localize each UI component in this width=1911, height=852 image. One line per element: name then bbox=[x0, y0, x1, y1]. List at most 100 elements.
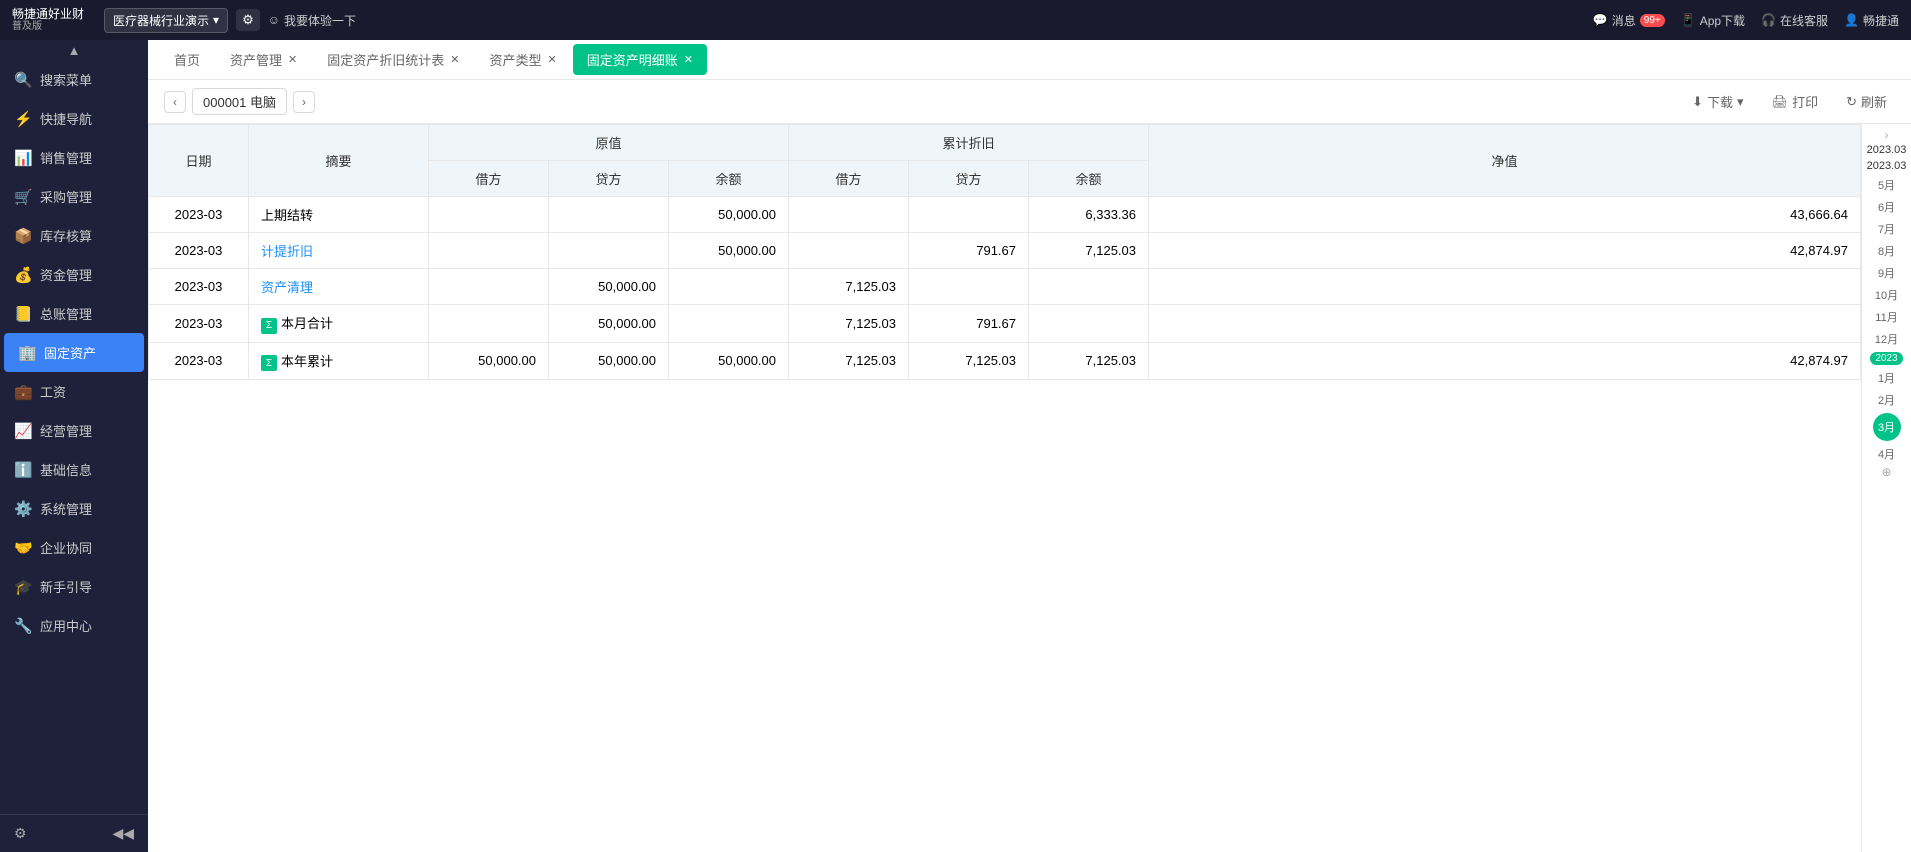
download-btn[interactable]: ⬇ 下载 ▾ bbox=[1684, 88, 1751, 115]
th-summary: 摘要 bbox=[249, 125, 429, 197]
th-orig-credit: 贷方 bbox=[549, 161, 669, 197]
data-table-wrapper: 日期 摘要 原值 累计折旧 净值 借方 贷方 余额 借方 bbox=[148, 124, 1861, 852]
right-panel-down-icon[interactable]: ⊕ bbox=[1881, 465, 1891, 479]
sidebar-item-ops[interactable]: 📈 经营管理 bbox=[0, 411, 148, 450]
month-9[interactable]: 9月 bbox=[1862, 262, 1911, 284]
user-btn[interactable]: 👤 畅捷通 bbox=[1844, 12, 1899, 29]
tab-asset-type[interactable]: 资产类型 ✕ bbox=[475, 44, 570, 75]
next-asset-btn[interactable]: › bbox=[293, 91, 315, 113]
print-icon: 🖨 bbox=[1772, 94, 1789, 110]
month-6[interactable]: 6月 bbox=[1862, 196, 1911, 218]
th-original-value: 原值 bbox=[429, 125, 789, 161]
sidebar-item-guide[interactable]: 🎓 新手引导 bbox=[0, 567, 148, 606]
sidebar-item-sales[interactable]: 📊 销售管理 bbox=[0, 138, 148, 177]
sidebar-item-system[interactable]: ⚙️ 系统管理 bbox=[0, 489, 148, 528]
cell-orig-balance: 50,000.00 bbox=[669, 197, 789, 233]
close-asset-type-icon[interactable]: ✕ bbox=[548, 53, 557, 66]
user-icon: 👤 bbox=[1844, 13, 1859, 27]
cell-summary: 上期结转 bbox=[249, 197, 429, 233]
dropdown-icon: ▾ bbox=[1737, 94, 1744, 110]
sidebar-item-collab[interactable]: 🤝 企业协同 bbox=[0, 528, 148, 567]
prev-asset-btn[interactable]: ‹ bbox=[164, 91, 186, 113]
cell-dep-credit: 791.67 bbox=[909, 233, 1029, 269]
month-3-active[interactable]: 3月 bbox=[1873, 413, 1901, 441]
month-5[interactable]: 5月 bbox=[1862, 174, 1911, 196]
apps-icon: 🔧 bbox=[14, 617, 32, 635]
sidebar-item-finance[interactable]: 💰 资金管理 bbox=[0, 255, 148, 294]
ops-icon: 📈 bbox=[14, 422, 32, 440]
cell-dep-credit: 7,125.03 bbox=[909, 342, 1029, 380]
download-btn[interactable]: 📱 App下载 bbox=[1681, 12, 1745, 29]
table-row: 2023-03 计提折旧 50,000.00 791.67 7,125.03 4… bbox=[149, 233, 1861, 269]
message-btn[interactable]: 💬 消息 99+ bbox=[1593, 12, 1665, 29]
cell-date: 2023-03 bbox=[149, 269, 249, 305]
collapse-icon[interactable]: ◀◀ bbox=[112, 825, 134, 842]
message-badge: 99+ bbox=[1640, 14, 1665, 27]
asset-id-display: 000001 电脑 bbox=[192, 88, 287, 115]
cell-dep-debit bbox=[789, 233, 909, 269]
cell-dep-balance: 7,125.03 bbox=[1029, 342, 1149, 380]
table-row: 2023-03 Σ本月合计 50,000.00 7,125.03 791.67 bbox=[149, 305, 1861, 343]
cell-orig-credit bbox=[549, 197, 669, 233]
month-12[interactable]: 12月 bbox=[1862, 328, 1911, 350]
right-panel: › 2023.03 2023.03 5月 6月 7月 8月 9月 10月 11月… bbox=[1861, 124, 1911, 852]
cell-date: 2023-03 bbox=[149, 305, 249, 343]
sidebar-item-search[interactable]: 🔍 搜索菜单 bbox=[0, 60, 148, 99]
cell-orig-credit: 50,000.00 bbox=[549, 342, 669, 380]
tab-depreciation-table[interactable]: 固定资产折旧统计表 ✕ bbox=[313, 44, 473, 75]
refresh-btn[interactable]: ↻ 刷新 bbox=[1838, 88, 1895, 115]
month-1[interactable]: 1月 bbox=[1862, 367, 1911, 389]
sidebar-item-quicknav[interactable]: ⚡ 快捷导航 bbox=[0, 99, 148, 138]
close-asset-mgmt-icon[interactable]: ✕ bbox=[288, 53, 297, 66]
settings-icon-btn[interactable]: ⚙ bbox=[236, 9, 260, 31]
sum-icon: Σ bbox=[261, 355, 277, 371]
service-btn[interactable]: 🎧 在线客服 bbox=[1761, 12, 1828, 29]
cell-dep-credit bbox=[909, 197, 1029, 233]
tab-home[interactable]: 首页 bbox=[160, 44, 214, 75]
inventory-icon: 📦 bbox=[14, 227, 32, 245]
th-orig-debit: 借方 bbox=[429, 161, 549, 197]
close-depreciation-icon[interactable]: ✕ bbox=[450, 53, 459, 66]
cell-dep-debit: 7,125.03 bbox=[789, 269, 909, 305]
salary-icon: 💼 bbox=[14, 383, 32, 401]
cell-net-value: 43,666.64 bbox=[1149, 197, 1861, 233]
cell-dep-balance: 6,333.36 bbox=[1029, 197, 1149, 233]
year-2023-badge[interactable]: 2023 bbox=[1870, 352, 1902, 365]
table-area: 日期 摘要 原值 累计折旧 净值 借方 贷方 余额 借方 bbox=[148, 124, 1911, 852]
right-panel-collapse-icon[interactable]: › bbox=[1885, 128, 1889, 142]
month-4[interactable]: 4月 bbox=[1862, 443, 1911, 465]
purchase-icon: 🛒 bbox=[14, 188, 32, 206]
sales-icon: 📊 bbox=[14, 149, 32, 167]
sidebar-item-basic[interactable]: ℹ️ 基础信息 bbox=[0, 450, 148, 489]
month-7[interactable]: 7月 bbox=[1862, 218, 1911, 240]
th-date: 日期 bbox=[149, 125, 249, 197]
sidebar-item-apps[interactable]: 🔧 应用中心 bbox=[0, 606, 148, 645]
settings-bottom-icon[interactable]: ⚙ bbox=[14, 825, 27, 842]
month-2[interactable]: 2月 bbox=[1862, 389, 1911, 411]
tab-asset-mgmt[interactable]: 资产管理 ✕ bbox=[216, 44, 311, 75]
sidebar-item-ledger[interactable]: 📒 总账管理 bbox=[0, 294, 148, 333]
cell-orig-credit: 50,000.00 bbox=[549, 305, 669, 343]
sidebar-bottom: ⚙ ◀◀ bbox=[0, 814, 148, 852]
sidebar-item-salary[interactable]: 💼 工资 bbox=[0, 372, 148, 411]
sidebar-item-fixed-assets[interactable]: 🏢 固定资产 bbox=[4, 333, 144, 372]
print-btn[interactable]: 🖨 打印 bbox=[1764, 88, 1827, 115]
company-selector[interactable]: 医疗器械行业演示 ▾ bbox=[104, 8, 228, 33]
th-dep-credit: 贷方 bbox=[909, 161, 1029, 197]
cell-orig-credit: 50,000.00 bbox=[549, 269, 669, 305]
experience-button[interactable]: ☺ 我要体验一下 bbox=[268, 12, 356, 29]
month-10[interactable]: 10月 bbox=[1862, 284, 1911, 306]
cell-orig-balance: 50,000.00 bbox=[669, 342, 789, 380]
month-8[interactable]: 8月 bbox=[1862, 240, 1911, 262]
month-11[interactable]: 11月 bbox=[1862, 306, 1911, 328]
tab-asset-detail[interactable]: 固定资产明细账 ✕ bbox=[573, 44, 707, 75]
sidebar-item-inventory[interactable]: 📦 库存核算 bbox=[0, 216, 148, 255]
th-orig-balance: 余额 bbox=[669, 161, 789, 197]
top-date1: 2023.03 bbox=[1867, 142, 1907, 158]
finance-icon: 💰 bbox=[14, 266, 32, 284]
sidebar-item-purchase[interactable]: 🛒 采购管理 bbox=[0, 177, 148, 216]
guide-icon: 🎓 bbox=[14, 578, 32, 596]
sidebar-scroll-up[interactable]: ▲ bbox=[0, 40, 148, 60]
close-asset-detail-icon[interactable]: ✕ bbox=[684, 53, 693, 66]
top-bar-right: 💬 消息 99+ 📱 App下载 🎧 在线客服 👤 畅捷通 bbox=[1593, 12, 1899, 29]
